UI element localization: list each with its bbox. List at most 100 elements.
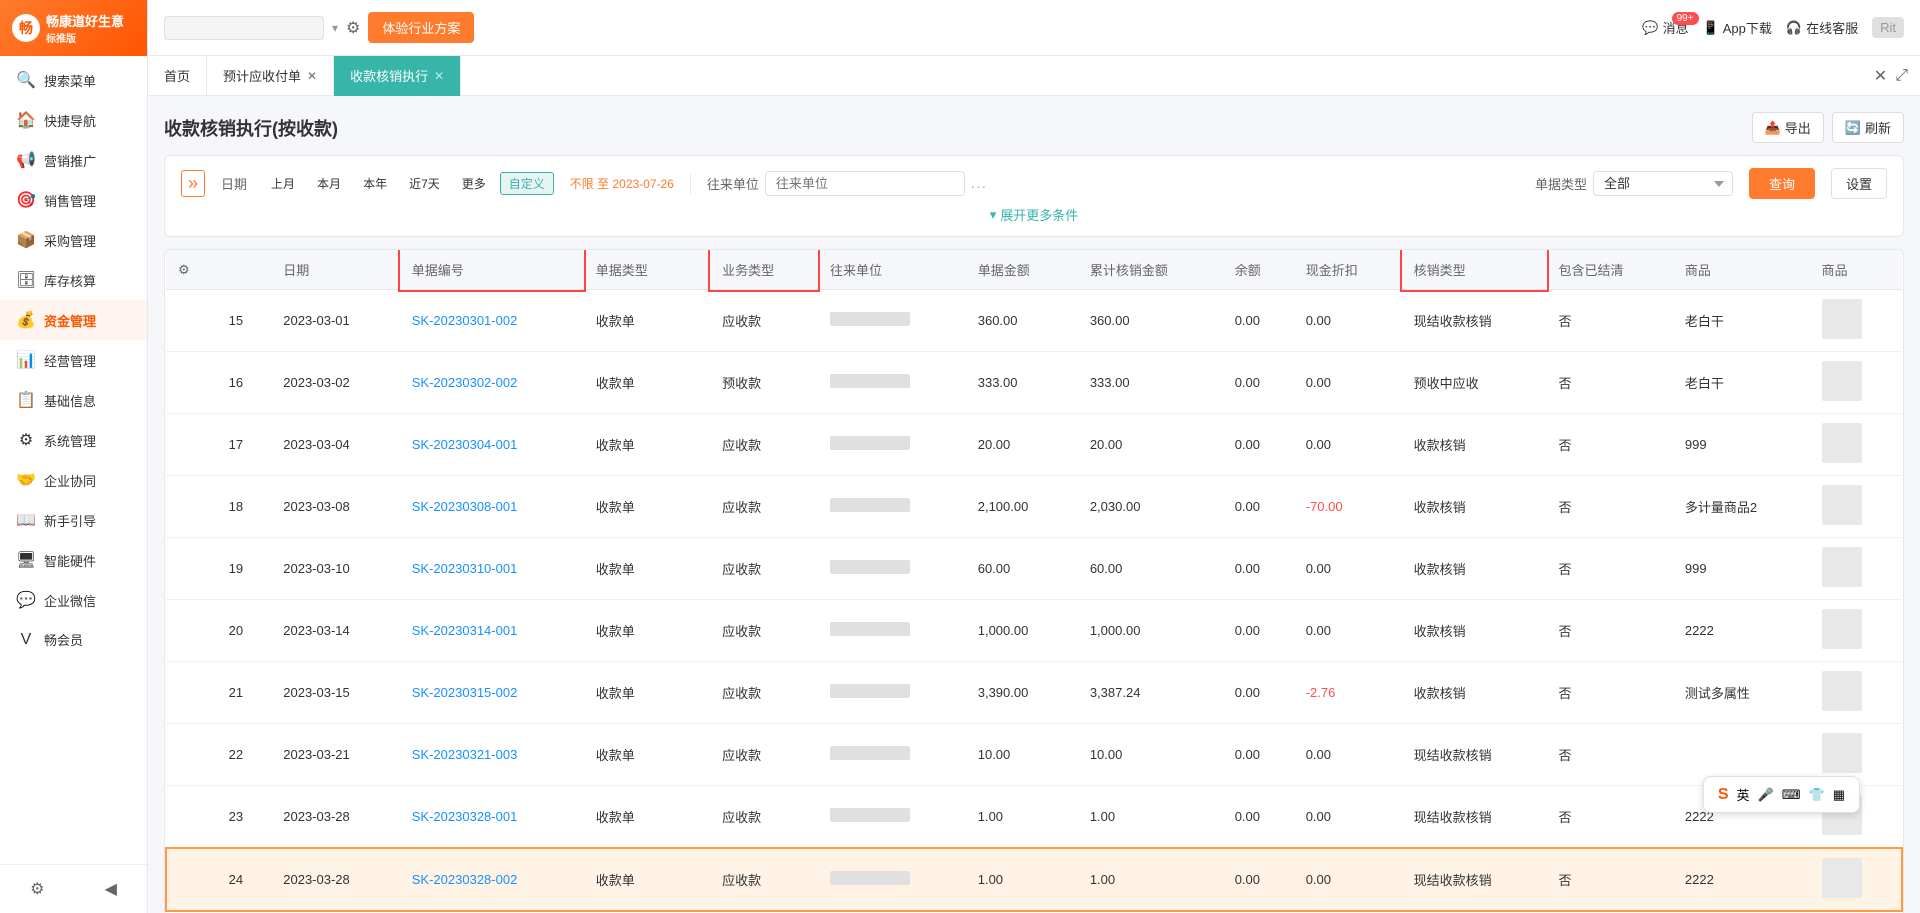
table-row[interactable]: 21 2023-03-15 SK-20230315-002 收款单 应收款 3,… (166, 662, 1902, 724)
tab-home[interactable]: 首页 (148, 56, 207, 96)
doc-no-link[interactable]: SK-20230302-002 (412, 375, 518, 390)
col-settings[interactable]: ⚙ (166, 250, 217, 290)
cell-partner (818, 476, 966, 538)
sidebar-icon-sales: 🎯 (16, 190, 36, 210)
sidebar-item-hardware[interactable]: 🖥 智能硬件 (0, 540, 147, 580)
cell-include-settled: 否 (1547, 414, 1673, 476)
collection-tab-close[interactable]: ✕ (434, 69, 444, 83)
doc-no-link[interactable]: SK-20230314-001 (412, 623, 518, 638)
tab-prepay[interactable]: 预计应收付单 ✕ (207, 56, 334, 96)
query-button[interactable]: 查询 (1749, 168, 1815, 199)
settings-icon[interactable]: ⚙ (346, 18, 360, 38)
shirt-icon[interactable]: 👕 (1809, 787, 1825, 803)
cell-no: 19 (217, 538, 272, 600)
table-row[interactable]: 16 2023-03-02 SK-20230302-002 收款单 预收款 33… (166, 352, 1902, 414)
doc-no-link[interactable]: SK-20230301-002 (412, 313, 518, 328)
last-month-btn[interactable]: 上月 (263, 172, 303, 195)
table-row[interactable]: 17 2023-03-04 SK-20230304-001 收款单 应收款 20… (166, 414, 1902, 476)
expand-more-btn[interactable]: ▾ 展开更多条件 (181, 199, 1887, 224)
this-year-btn[interactable]: 本年 (355, 172, 395, 195)
sidebar-item-inventory[interactable]: 🗄 库存核算 (0, 260, 147, 300)
export-icon: 📤 (1765, 120, 1781, 136)
last7-btn[interactable]: 近7天 (401, 172, 448, 195)
sidebar-item-basic[interactable]: 📋 基础信息 (0, 380, 147, 420)
col-no (217, 250, 272, 290)
col-writeoff: 累计核销金额 (1078, 250, 1223, 290)
cell-doc-no: SK-20230315-002 (400, 662, 584, 724)
sidebar-item-system[interactable]: ⚙ 系统管理 (0, 420, 147, 460)
collection-tab-label: 收款核销执行 (350, 66, 428, 85)
unit-filter-more-btn[interactable]: ... (971, 176, 988, 191)
export-button[interactable]: 📤 导出 (1752, 112, 1824, 143)
sidebar-item-finance[interactable]: 💰 资金管理 (0, 300, 147, 340)
table-row[interactable]: 20 2023-03-14 SK-20230314-001 收款单 应收款 1,… (166, 600, 1902, 662)
sidebar-item-wechat[interactable]: 💬 企业微信 (0, 580, 147, 620)
grid-icon[interactable]: ▦ (1833, 787, 1845, 803)
sidebar-item-search[interactable]: 🔍 搜索菜单 (0, 60, 147, 100)
table-row[interactable]: 24 2023-03-28 SK-20230328-002 收款单 应收款 1.… (166, 848, 1902, 911)
cell-partner (818, 538, 966, 600)
table-row[interactable]: 18 2023-03-08 SK-20230308-001 收款单 应收款 2,… (166, 476, 1902, 538)
sidebar-label-search: 搜索菜单 (44, 71, 96, 90)
doc-no-link[interactable]: SK-20230310-001 (412, 561, 518, 576)
doc-no-link[interactable]: SK-20230308-001 (412, 499, 518, 514)
sidebar-item-nav[interactable]: 🏠 快捷导航 (0, 100, 147, 140)
sidebar-item-guide[interactable]: 📖 新手引导 (0, 500, 147, 540)
filter-expand-icon[interactable]: » (181, 170, 205, 197)
tab-collection[interactable]: 收款核销执行 ✕ (334, 56, 461, 96)
sidebar-item-marketing[interactable]: 📢 营销推广 (0, 140, 147, 180)
table-row[interactable]: 19 2023-03-10 SK-20230310-001 收款单 应收款 60… (166, 538, 1902, 600)
settings-footer-btn[interactable]: ⚙ (24, 873, 50, 905)
table-row[interactable]: 22 2023-03-21 SK-20230321-003 收款单 应收款 10… (166, 724, 1902, 786)
sidebar-item-sales[interactable]: 🎯 销售管理 (0, 180, 147, 220)
cell-include-settled: 否 (1547, 848, 1673, 911)
this-month-btn[interactable]: 本月 (309, 172, 349, 195)
col-biz-type: 业务类型 (710, 250, 818, 290)
sidebar-item-enterprise[interactable]: 🤝 企业协同 (0, 460, 147, 500)
solution-button[interactable]: 体验行业方案 (368, 12, 474, 43)
tab-close-btn[interactable]: ✕ (1874, 66, 1887, 86)
custom-date-btn[interactable]: 自定义 (500, 172, 554, 195)
message-icon: 💬 (1642, 20, 1658, 36)
sidebar-icon-operation: 📊 (16, 350, 36, 370)
cell-doc-type: 收款单 (584, 786, 710, 849)
doc-no-link[interactable]: SK-20230321-003 (412, 747, 518, 762)
tab-expand-btn[interactable]: ⤢ (1895, 67, 1908, 85)
message-btn[interactable]: 💬 消息 99+ (1642, 18, 1688, 37)
sidebar-item-purchase[interactable]: 📦 采购管理 (0, 220, 147, 260)
keyboard-icon[interactable]: ⌨ (1782, 787, 1801, 803)
sidebar-item-vip[interactable]: V 畅会员 (0, 620, 147, 659)
table-row[interactable]: 15 2023-03-01 SK-20230301-002 收款单 应收款 36… (166, 290, 1902, 352)
prepay-tab-close[interactable]: ✕ (307, 69, 317, 83)
app-download-btn[interactable]: 📱 App下载 (1703, 18, 1772, 37)
cell-doc-type: 收款单 (584, 724, 710, 786)
mic-icon[interactable]: 🎤 (1758, 787, 1774, 803)
collapse-btn[interactable]: ◀ (99, 873, 123, 905)
cell-writeoff-type: 现结收款核销 (1402, 724, 1547, 786)
refresh-button[interactable]: 🔄 刷新 (1832, 112, 1904, 143)
col-amount: 单据金额 (966, 250, 1078, 290)
doc-no-link[interactable]: SK-20230315-002 (412, 685, 518, 700)
dropdown-arrow-icon[interactable]: ▾ (332, 21, 338, 35)
cell-doc-no: SK-20230314-001 (400, 600, 584, 662)
search-input[interactable] (164, 16, 324, 40)
more-date-btn[interactable]: 更多 (454, 172, 494, 195)
unit-filter-input[interactable] (765, 171, 965, 196)
date-filter-label: 日期 (221, 174, 247, 193)
doc-no-link[interactable]: SK-20230328-001 (412, 809, 518, 824)
user-avatar[interactable]: Rit (1872, 17, 1904, 38)
filter-settings-button[interactable]: 设置 (1831, 168, 1887, 199)
cell-writeoff-type: 收款核销 (1402, 662, 1547, 724)
doc-no-link[interactable]: SK-20230304-001 (412, 437, 518, 452)
home-tab-label: 首页 (164, 66, 190, 85)
type-filter-select[interactable]: 全部 收款单 红字收款单 (1593, 171, 1733, 196)
doc-no-link[interactable]: SK-20230328-002 (412, 872, 518, 887)
table-row[interactable]: 23 2023-03-28 SK-20230328-001 收款单 应收款 1.… (166, 786, 1902, 849)
sidebar-item-operation[interactable]: 📊 经营管理 (0, 340, 147, 380)
cell-doc-no: SK-20230308-001 (400, 476, 584, 538)
export-label: 导出 (1785, 118, 1811, 137)
online-service-btn[interactable]: 🎧 在线客服 (1786, 18, 1858, 37)
cell-balance: 0.00 (1223, 786, 1294, 849)
sidebar-icon-search: 🔍 (16, 70, 36, 90)
cell-doc-type: 收款单 (584, 476, 710, 538)
